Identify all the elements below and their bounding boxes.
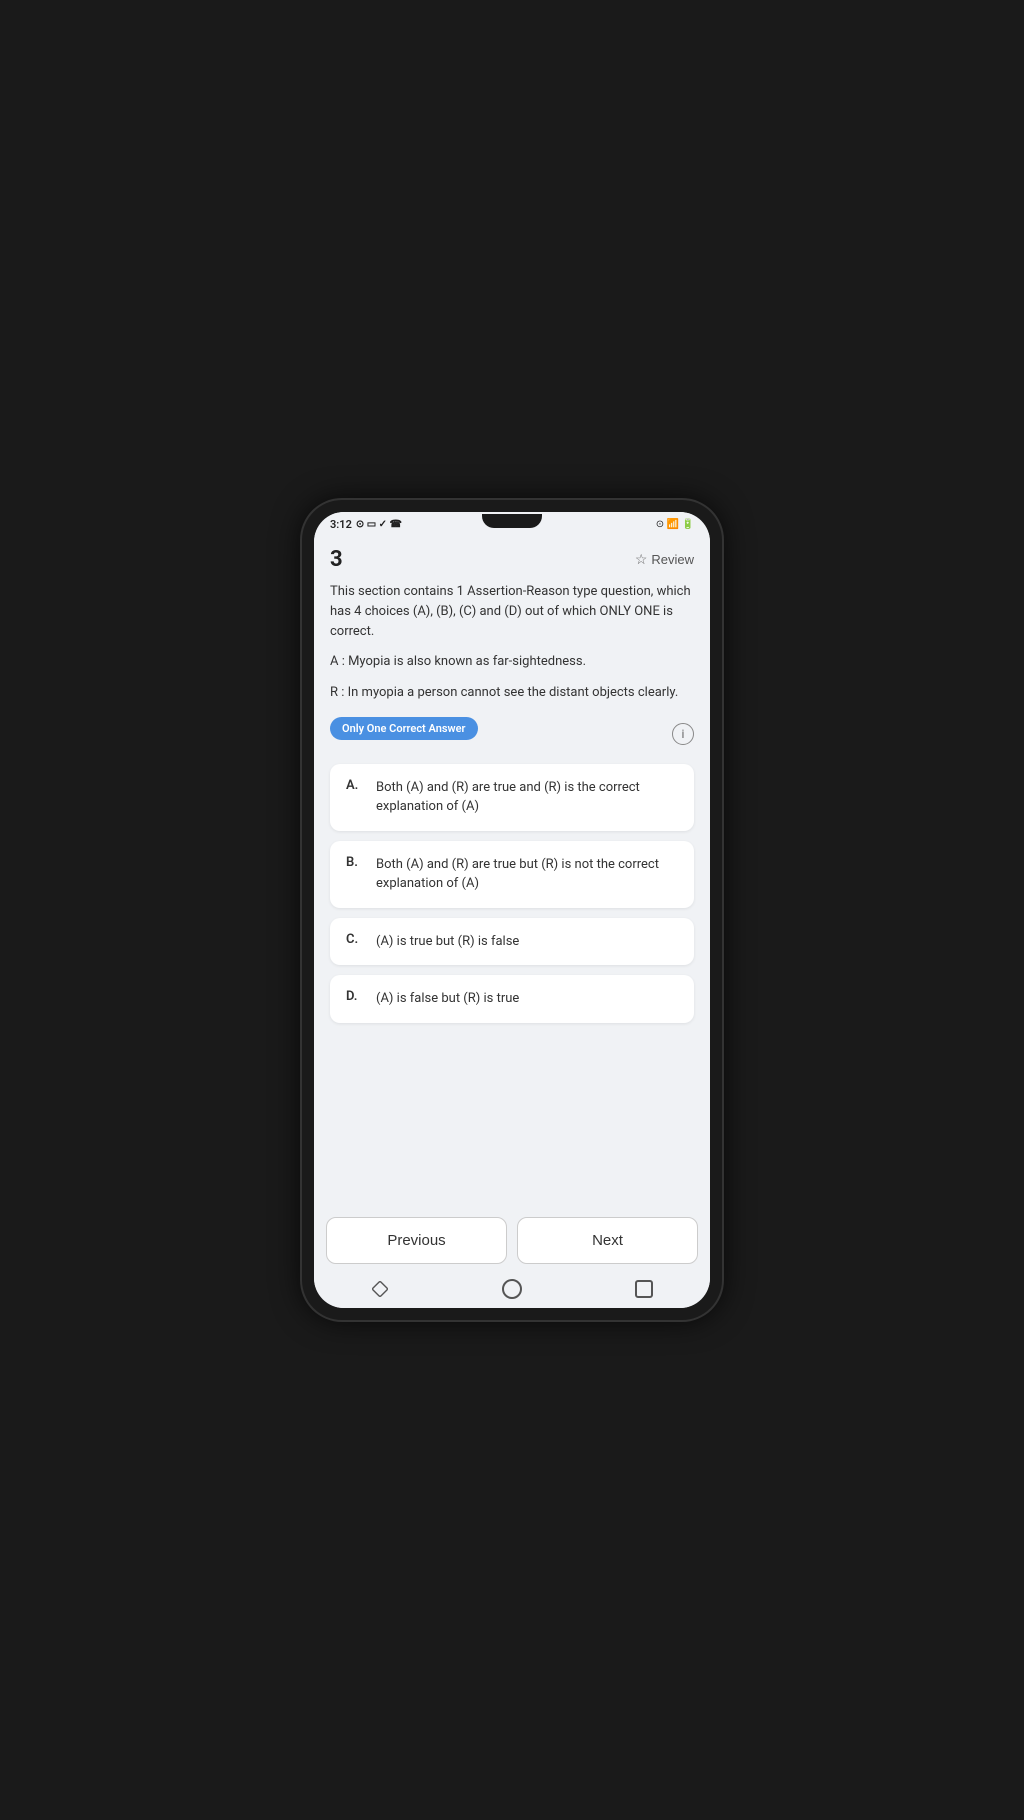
home-nav-icon[interactable] [501, 1278, 523, 1300]
review-label: Review [651, 552, 694, 567]
back-nav-icon[interactable] [369, 1278, 391, 1300]
status-time: 3:12 ⊙ ▭ ✓ ☎ [330, 518, 402, 531]
bottom-navigation: Previous Next [314, 1207, 710, 1272]
next-button[interactable]: Next [517, 1217, 698, 1264]
option-d-label: D. [346, 989, 364, 1004]
option-a-text: Both (A) and (R) are true and (R) is the… [376, 778, 678, 817]
option-c[interactable]: C. (A) is true but (R) is false [330, 918, 694, 966]
option-d-text: (A) is false but (R) is true [376, 989, 519, 1009]
android-nav-bar [314, 1272, 710, 1308]
option-b-label: B. [346, 855, 364, 870]
option-b[interactable]: B. Both (A) and (R) are true but (R) is … [330, 841, 694, 908]
reason-text: R : In myopia a person cannot see the di… [330, 683, 694, 703]
options-list: A. Both (A) and (R) are true and (R) is … [330, 764, 694, 1023]
option-a-label: A. [346, 778, 364, 793]
star-icon: ☆ [635, 551, 648, 568]
status-icons: ⊙ 📶 🔋 [656, 519, 694, 530]
previous-button[interactable]: Previous [326, 1217, 507, 1264]
phone-frame: 3:12 ⊙ ▭ ✓ ☎ ⊙ 📶 🔋 3 ☆ Review This secti… [302, 500, 722, 1320]
info-icon[interactable]: i [672, 723, 694, 745]
answer-type-badge: Only One Correct Answer [330, 717, 478, 740]
phone-screen: 3:12 ⊙ ▭ ✓ ☎ ⊙ 📶 🔋 3 ☆ Review This secti… [314, 512, 710, 1308]
notch [482, 514, 542, 528]
option-c-text: (A) is true but (R) is false [376, 932, 519, 952]
option-c-label: C. [346, 932, 364, 947]
option-a[interactable]: A. Both (A) and (R) are true and (R) is … [330, 764, 694, 831]
recents-nav-icon[interactable] [633, 1278, 655, 1300]
question-header: 3 ☆ Review [330, 547, 694, 572]
main-content: 3 ☆ Review This section contains 1 Asser… [314, 535, 710, 1207]
assertion-text: A : Myopia is also known as far-sightedn… [330, 652, 694, 672]
option-d[interactable]: D. (A) is false but (R) is true [330, 975, 694, 1023]
option-b-text: Both (A) and (R) are true but (R) is not… [376, 855, 678, 894]
question-number: 3 [330, 547, 343, 572]
review-button[interactable]: ☆ Review [635, 551, 694, 568]
badge-row: Only One Correct Answer i [330, 717, 694, 750]
question-instruction: This section contains 1 Assertion-Reason… [330, 582, 694, 642]
